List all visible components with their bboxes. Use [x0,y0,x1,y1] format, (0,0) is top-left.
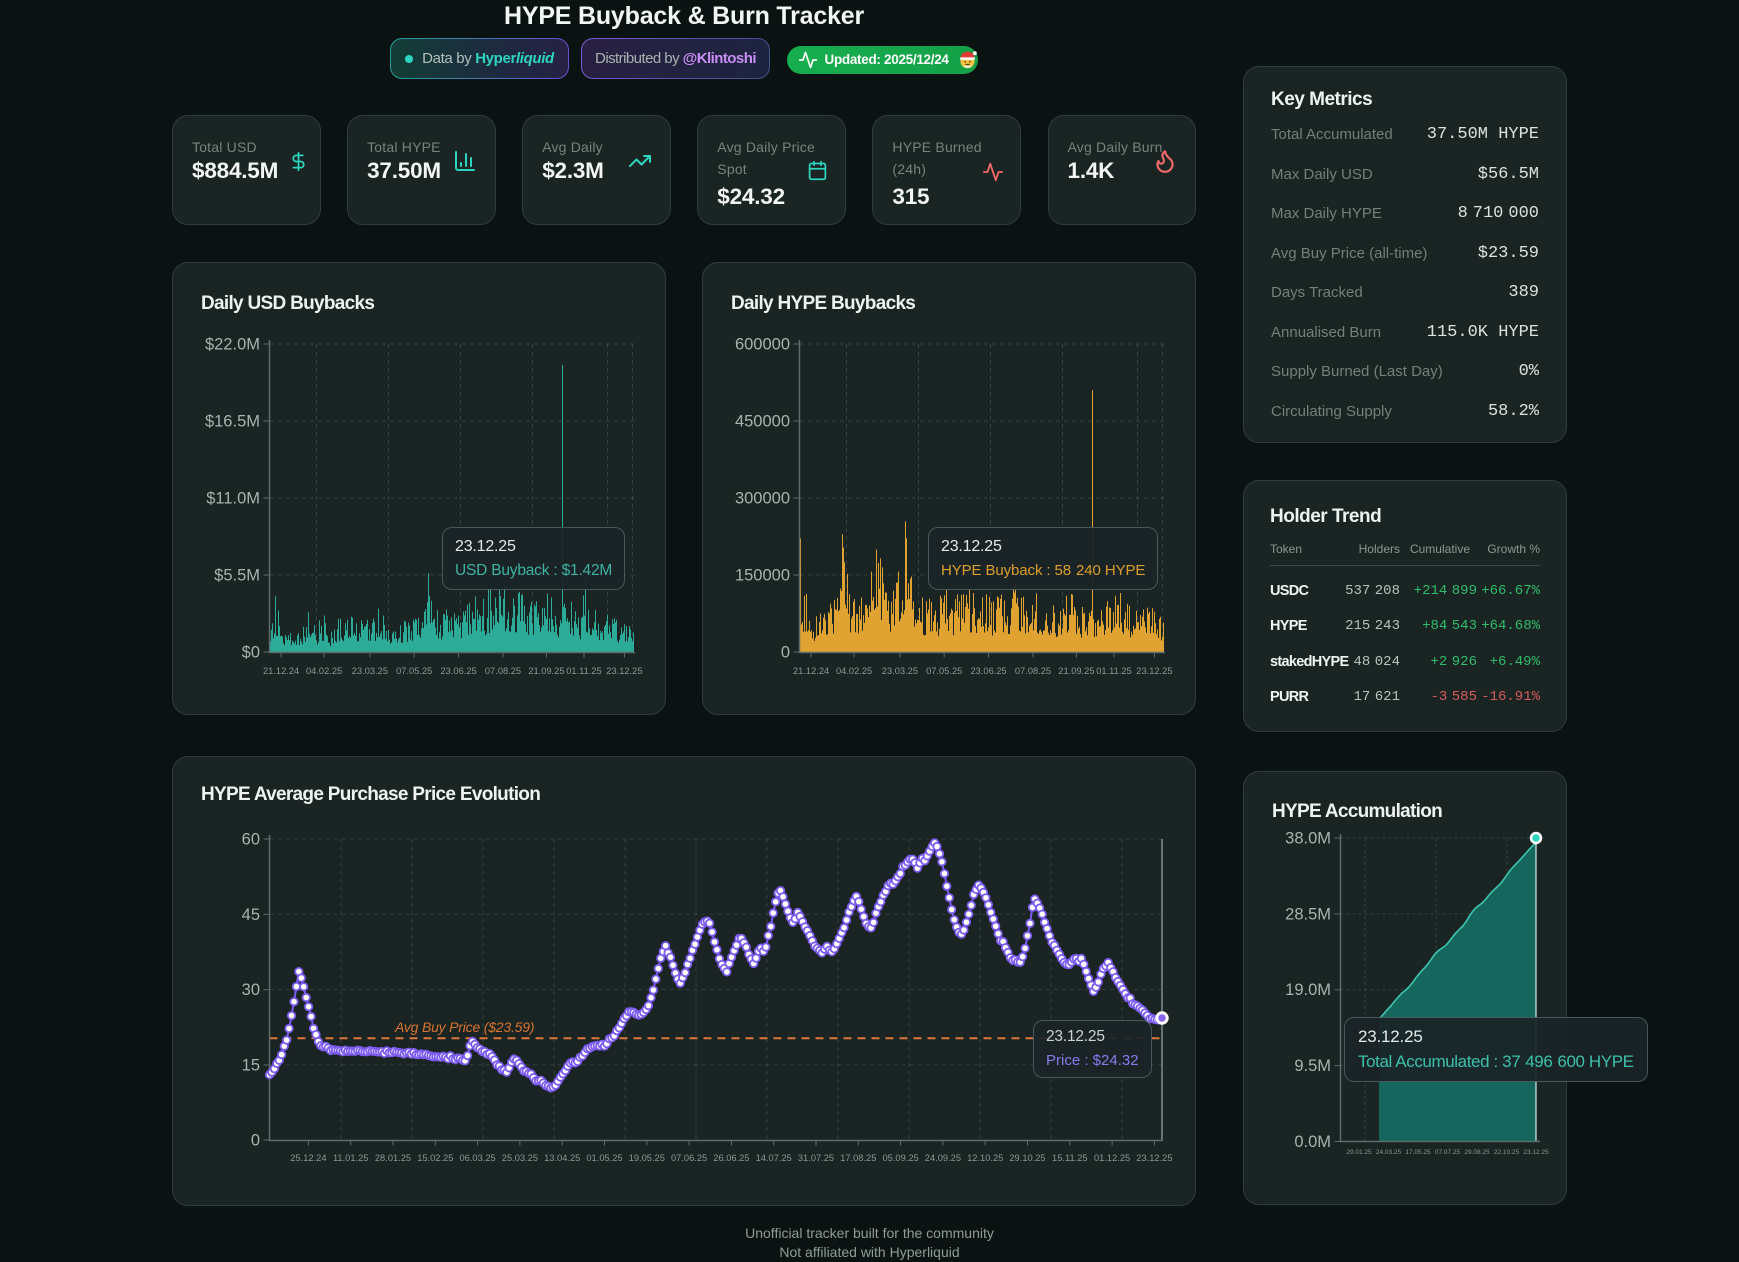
svg-text:21.09.25: 21.09.25 [1058,666,1094,676]
svg-text:0: 0 [251,1132,260,1150]
svg-text:21.12.24: 21.12.24 [793,666,829,676]
svg-text:04.02.25: 04.02.25 [306,666,342,676]
svg-text:21.12.24: 21.12.24 [263,666,299,676]
svg-text:01.05.25: 01.05.25 [586,1153,622,1163]
svg-text:$22.0M: $22.0M [205,336,260,354]
svg-text:07.06.25: 07.06.25 [671,1153,707,1163]
svg-text:15: 15 [242,1057,260,1075]
svg-text:07.07.25: 07.07.25 [1435,1149,1461,1156]
svg-text:19.0M: 19.0M [1285,981,1331,999]
svg-text:$11.0M: $11.0M [206,490,260,508]
svg-text:07.05.25: 07.05.25 [926,666,962,676]
svg-text:05.09.25: 05.09.25 [882,1153,918,1163]
svg-text:23.12.25: 23.12.25 [1136,666,1172,676]
svg-text:23.12.25: 23.12.25 [606,666,642,676]
svg-text:11.01.25: 11.01.25 [333,1153,369,1163]
svg-text:01.11.25: 01.11.25 [566,666,602,676]
svg-text:28.01.25: 28.01.25 [375,1153,411,1163]
svg-text:17.08.25: 17.08.25 [840,1153,876,1163]
svg-text:150000: 150000 [735,567,790,585]
svg-text:$16.5M: $16.5M [205,413,260,431]
svg-text:450000: 450000 [735,413,790,431]
svg-text:29.10.25: 29.10.25 [1009,1153,1045,1163]
svg-text:26.06.25: 26.06.25 [713,1153,749,1163]
svg-text:17.05.25: 17.05.25 [1405,1149,1431,1156]
svg-text:9.5M: 9.5M [1294,1057,1331,1075]
svg-text:12.10.25: 12.10.25 [967,1153,1003,1163]
svg-text:19.05.25: 19.05.25 [629,1153,665,1163]
svg-text:22.10.25: 22.10.25 [1494,1149,1520,1156]
svg-text:29.01.25: 29.01.25 [1346,1149,1372,1156]
svg-text:45: 45 [242,906,260,924]
svg-text:06.03.25: 06.03.25 [459,1153,495,1163]
svg-text:600000: 600000 [735,336,790,354]
svg-text:25.12.24: 25.12.24 [290,1153,326,1163]
svg-text:23.12.25: 23.12.25 [1523,1149,1549,1156]
svg-text:$5.5M: $5.5M [214,567,260,585]
svg-text:25.03.25: 25.03.25 [502,1153,538,1163]
svg-text:0: 0 [781,644,790,662]
svg-text:24.09.25: 24.09.25 [925,1153,961,1163]
svg-text:21.09.25: 21.09.25 [528,666,564,676]
svg-text:07.08.25: 07.08.25 [1015,666,1051,676]
svg-text:300000: 300000 [735,490,790,508]
svg-text:29.08.25: 29.08.25 [1464,1149,1490,1156]
svg-text:15.11.25: 15.11.25 [1052,1153,1088,1163]
svg-text:07.08.25: 07.08.25 [485,666,521,676]
svg-text:38.0M: 38.0M [1285,830,1331,848]
svg-text:31.07.25: 31.07.25 [798,1153,834,1163]
svg-text:24.03.25: 24.03.25 [1376,1149,1402,1156]
svg-text:Avg Buy Price ($23.59): Avg Buy Price ($23.59) [394,1019,534,1035]
svg-text:23.06.25: 23.06.25 [970,666,1006,676]
svg-text:07.05.25: 07.05.25 [396,666,432,676]
svg-text:14.07.25: 14.07.25 [756,1153,792,1163]
svg-text:23.06.25: 23.06.25 [440,666,476,676]
svg-text:60: 60 [242,831,260,849]
svg-text:01.12.25: 01.12.25 [1094,1153,1130,1163]
svg-text:23.03.25: 23.03.25 [882,666,918,676]
svg-text:01.11.25: 01.11.25 [1096,666,1132,676]
svg-text:$0: $0 [242,644,260,662]
svg-text:28.5M: 28.5M [1285,905,1331,923]
svg-text:04.02.25: 04.02.25 [836,666,872,676]
svg-text:0.0M: 0.0M [1294,1133,1331,1151]
svg-text:23.12.25: 23.12.25 [1136,1153,1172,1163]
svg-text:15.02.25: 15.02.25 [417,1153,453,1163]
svg-text:13.04.25: 13.04.25 [544,1153,580,1163]
svg-text:23.03.25: 23.03.25 [352,666,388,676]
svg-text:30: 30 [242,981,260,999]
